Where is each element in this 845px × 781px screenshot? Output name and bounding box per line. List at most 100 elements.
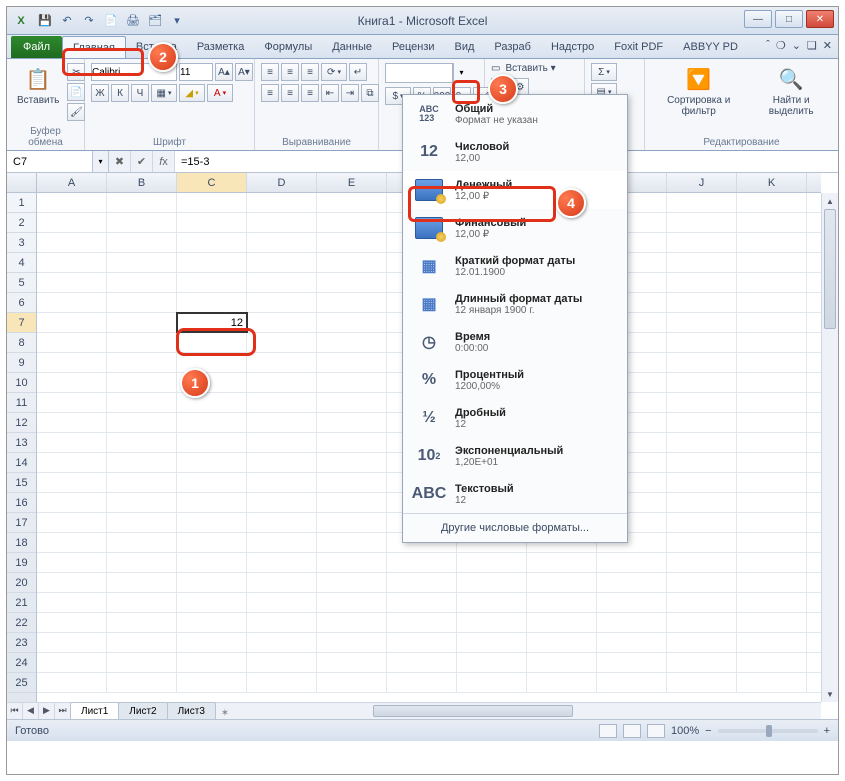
cell-B4[interactable] — [107, 253, 177, 272]
enter-formula-button[interactable]: ✔ — [131, 151, 153, 172]
ribbon-tab-9[interactable]: Foxit PDF — [604, 36, 673, 58]
row-header-21[interactable]: 21 — [7, 593, 36, 613]
zoom-in-button[interactable]: + — [824, 725, 830, 737]
cell-B9[interactable] — [107, 353, 177, 372]
file-tab[interactable]: Файл — [11, 36, 62, 58]
orientation-button[interactable]: ⟳ — [321, 63, 347, 81]
zoom-out-button[interactable]: − — [705, 725, 711, 737]
cell-21[interactable] — [457, 593, 527, 612]
cell-21[interactable] — [597, 593, 667, 612]
cell-25[interactable] — [597, 673, 667, 692]
titlebar-help-icon-1[interactable]: ❍ — [776, 39, 786, 52]
cell-C21[interactable] — [177, 593, 247, 612]
numfmt-more-link[interactable]: Другие числовые форматы... — [403, 513, 627, 542]
number-format-dropdown-button[interactable]: ▾ — [453, 63, 469, 81]
cell-K6[interactable] — [737, 293, 807, 312]
cell-23[interactable] — [597, 633, 667, 652]
cell-B24[interactable] — [107, 653, 177, 672]
numfmt-item-9[interactable]: 102Экспоненциальный1,20E+01 — [403, 437, 627, 475]
qat-customize[interactable]: ▾ — [167, 11, 187, 31]
numfmt-item-4[interactable]: ▦Краткий формат даты12.01.1900 — [403, 247, 627, 285]
cell-E5[interactable] — [317, 273, 387, 292]
cell-A20[interactable] — [37, 573, 107, 592]
cell-C20[interactable] — [177, 573, 247, 592]
cell-B13[interactable] — [107, 433, 177, 452]
cell-J21[interactable] — [667, 593, 737, 612]
scroll-up-arrow[interactable]: ▲ — [822, 193, 838, 209]
numfmt-item-7[interactable]: %Процентный1200,00% — [403, 361, 627, 399]
cell-A1[interactable] — [37, 193, 107, 212]
cell-J2[interactable] — [667, 213, 737, 232]
cell-23[interactable] — [387, 633, 457, 652]
cell-E22[interactable] — [317, 613, 387, 632]
zoom-slider[interactable] — [718, 729, 818, 733]
font-color-button[interactable]: A — [207, 84, 233, 102]
cell-B12[interactable] — [107, 413, 177, 432]
titlebar-help-icon-3[interactable]: ❏ — [807, 39, 817, 52]
cell-E6[interactable] — [317, 293, 387, 312]
cell-C22[interactable] — [177, 613, 247, 632]
row-header-23[interactable]: 23 — [7, 633, 36, 653]
col-header-A[interactable]: A — [37, 173, 107, 192]
cell-B14[interactable] — [107, 453, 177, 472]
titlebar-help-icon-4[interactable]: ✕ — [823, 39, 832, 52]
cell-J20[interactable] — [667, 573, 737, 592]
ribbon-tab-7[interactable]: Разраб — [484, 36, 541, 58]
cell-A15[interactable] — [37, 473, 107, 492]
cell-19[interactable] — [387, 553, 457, 572]
autosum-button[interactable]: Σ — [591, 63, 617, 81]
numfmt-item-10[interactable]: ABCТекстовый12 — [403, 475, 627, 513]
grow-font-button[interactable]: A▴ — [215, 63, 233, 81]
cell-A17[interactable] — [37, 513, 107, 532]
align-top-button[interactable]: ≡ — [261, 63, 279, 81]
row-header-1[interactable]: 1 — [7, 193, 36, 213]
cell-B20[interactable] — [107, 573, 177, 592]
sheet-nav-first[interactable]: ⏮ — [7, 702, 23, 719]
qat-extra-1[interactable]: 📄 — [101, 11, 121, 31]
cell-J1[interactable] — [667, 193, 737, 212]
col-header-D[interactable]: D — [247, 173, 317, 192]
cell-D21[interactable] — [247, 593, 317, 612]
cell-D9[interactable] — [247, 353, 317, 372]
cell-D16[interactable] — [247, 493, 317, 512]
cell-D4[interactable] — [247, 253, 317, 272]
numfmt-item-1[interactable]: 12Числовой12,00 — [403, 133, 627, 171]
hscroll-thumb[interactable] — [373, 705, 573, 717]
cell-A7[interactable] — [37, 313, 107, 332]
cell-K15[interactable] — [737, 473, 807, 492]
cell-D19[interactable] — [247, 553, 317, 572]
cell-J15[interactable] — [667, 473, 737, 492]
cell-23[interactable] — [457, 633, 527, 652]
close-button[interactable]: ✕ — [806, 10, 834, 28]
cell-A19[interactable] — [37, 553, 107, 572]
cell-B18[interactable] — [107, 533, 177, 552]
horizontal-scrollbar[interactable] — [357, 702, 821, 719]
row-header-2[interactable]: 2 — [7, 213, 36, 233]
cell-J13[interactable] — [667, 433, 737, 452]
cell-D8[interactable] — [247, 333, 317, 352]
cell-D20[interactable] — [247, 573, 317, 592]
cell-B3[interactable] — [107, 233, 177, 252]
row-header-14[interactable]: 14 — [7, 453, 36, 473]
cell-J3[interactable] — [667, 233, 737, 252]
cell-D5[interactable] — [247, 273, 317, 292]
vscroll-thumb[interactable] — [824, 209, 836, 329]
cell-D24[interactable] — [247, 653, 317, 672]
cell-E4[interactable] — [317, 253, 387, 272]
cell-D17[interactable] — [247, 513, 317, 532]
qat-redo[interactable]: ↷ — [79, 11, 99, 31]
cell-A16[interactable] — [37, 493, 107, 512]
sheet-tab-1[interactable]: Лист2 — [118, 702, 167, 719]
qat-extra-2[interactable]: 🖨 — [123, 11, 143, 31]
row-header-24[interactable]: 24 — [7, 653, 36, 673]
cell-E9[interactable] — [317, 353, 387, 372]
cell-E25[interactable] — [317, 673, 387, 692]
cell-B7[interactable] — [107, 313, 177, 332]
cell-B22[interactable] — [107, 613, 177, 632]
cell-22[interactable] — [387, 613, 457, 632]
align-center-button[interactable]: ≡ — [281, 84, 299, 102]
numfmt-item-2[interactable]: Денежный12,00 ₽ — [403, 171, 627, 209]
cell-C14[interactable] — [177, 453, 247, 472]
cancel-formula-button[interactable]: ✖ — [109, 151, 131, 172]
row-header-17[interactable]: 17 — [7, 513, 36, 533]
